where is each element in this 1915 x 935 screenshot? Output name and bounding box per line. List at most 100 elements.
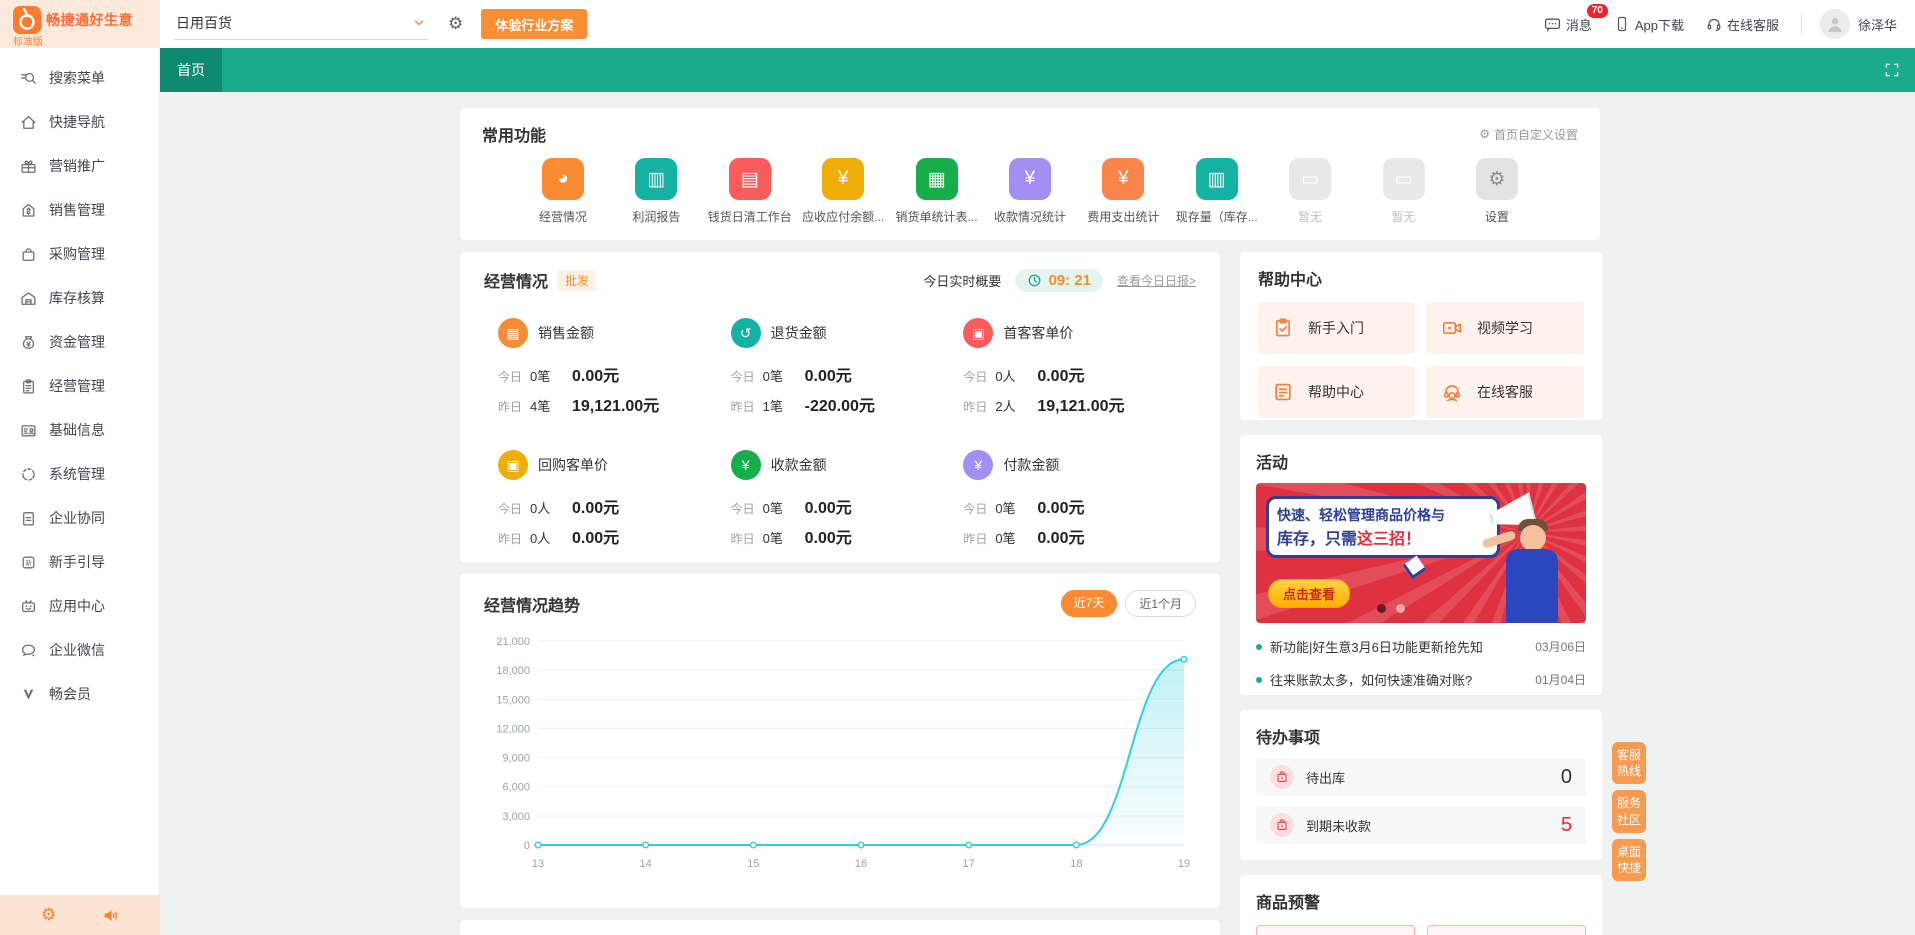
quick-item-label: 收款情况统计 [993, 210, 1066, 224]
sidebar-item-label: 企业微信 [49, 642, 105, 658]
stat-period: 今日 [963, 370, 988, 384]
float-button[interactable]: 服务 社区 [1612, 790, 1646, 833]
quick-item-daily-clear[interactable]: ▤ 钱货日清工作台 [707, 158, 793, 225]
sidebar-item-quick-nav[interactable]: 快捷导航 [0, 100, 159, 144]
float-button[interactable]: 桌面 快捷 [1612, 838, 1646, 882]
sidebar-item-label: 资金管理 [49, 334, 105, 350]
stat-row: 今日 0笔 0.00元 [498, 362, 731, 386]
payment-amount-icon: ¥ [963, 450, 994, 480]
message-bubble-icon [1544, 16, 1561, 33]
news-item[interactable]: 新功能|好生意3月6日功能更新抢先知 03月06日 [1256, 637, 1586, 656]
sidebar-item-newbie-guide[interactable]: 新 新手引导 [0, 540, 159, 584]
news-item[interactable]: 往来账款太多，如何快速准确对账? 01月04日 [1256, 670, 1586, 689]
stat-first-order-price: ▣ 首客客单价 今日 0人 0.00元 昨日 2人 19,121.00元 [963, 318, 1196, 416]
product-alert-title: 商品预警 [1256, 895, 1321, 912]
quick-item-receipt-stat[interactable]: ¥ 收款情况统计 [987, 158, 1073, 225]
sidebar-item-label: 搜索菜单 [49, 70, 105, 86]
brand-name: 畅捷通好生意 [46, 12, 133, 28]
news-text: 新功能|好生意3月6日功能更新抢先知 [1270, 640, 1483, 655]
help-tile-service-headset[interactable]: 在线客服 [1427, 366, 1584, 418]
product-alert-box[interactable] [1427, 925, 1586, 935]
sidebar-item-marketing[interactable]: 营销推广 [0, 144, 159, 188]
online-service-button[interactable]: 在线客服 [1706, 15, 1779, 34]
receipt-amount-icon: ¥ [730, 450, 761, 480]
activity-banner[interactable]: 快速、轻松管理商品价格与 库存，只需这三招！ 点击查看 [1256, 483, 1586, 623]
sidebar-item-purchase-manage[interactable]: 采购管理 [0, 232, 159, 276]
help-center-card: 帮助中心 新手入门 视频学习 帮助中心 在线客服 [1240, 252, 1602, 420]
app-download-button[interactable]: App下载 [1614, 15, 1684, 34]
sidebar-item-v-member[interactable]: 畅会员 [0, 672, 159, 716]
stat-period: 今日 [730, 502, 755, 516]
announcement-speaker-icon[interactable] [102, 907, 119, 924]
business-overview-card: 经营情况 批发 今日实时概要 09: 21 查看今日日报> ▦ 销售金额 今日 0笔 0… [460, 252, 1220, 562]
quick-item-empty[interactable]: ▭ 暂无 [1267, 158, 1353, 225]
stat-label: 收款金额 [770, 457, 827, 473]
sidebar-item-basic-info[interactable]: 基础信息 [0, 408, 159, 452]
carousel-dot-active[interactable] [1377, 604, 1386, 613]
stat-count: 0人 [530, 531, 551, 546]
quick-item-stock-qty[interactable]: ▥ 现存量（库存... [1174, 158, 1260, 225]
float-button-line: 客服 [1617, 748, 1642, 762]
range-7days-button[interactable]: 近7天 [1060, 590, 1118, 617]
float-button[interactable]: 客服 热线 [1612, 742, 1646, 785]
news-list: 新功能|好生意3月6日功能更新抢先知 03月06日 往来账款太多，如何快速准确对账?… [1256, 637, 1586, 689]
svg-text:16: 16 [855, 858, 867, 870]
clock-icon [1027, 273, 1042, 288]
fullscreen-icon[interactable] [1885, 48, 1915, 92]
topbar-gear-icon[interactable]: ⚙ [448, 14, 463, 34]
stat-count: 0笔 [995, 501, 1016, 516]
product-alert-box[interactable] [1256, 925, 1415, 935]
stat-label: 付款金额 [1003, 457, 1060, 473]
user-menu[interactable]: 徐泽华 [1819, 9, 1897, 39]
messages-button[interactable]: 消息 70 [1544, 3, 1608, 34]
help-tile-starter-guide[interactable]: 新手入门 [1258, 302, 1415, 354]
help-tile-help-doc[interactable]: 帮助中心 [1258, 366, 1415, 418]
banner-line2: 库存，只需 [1277, 531, 1358, 548]
stat-row: 今日 0笔 0.00元 [731, 494, 964, 518]
todo-row-pending[interactable]: 待出库 0 [1256, 758, 1586, 796]
sidebar-item-sales-manage[interactable]: 销售管理 [0, 188, 159, 232]
quick-item-pie-chart[interactable]: ◕ 经营情况 [520, 158, 606, 225]
quick-item-gear[interactable]: ⚙ 设置 [1454, 158, 1540, 225]
sidebar-item-collaboration[interactable]: 企业协同 [0, 496, 159, 540]
trial-plan-button[interactable]: 体验行业方案 [481, 9, 588, 39]
stat-amount: 0.00元 [1037, 368, 1085, 385]
stat-label: 退货金额 [770, 325, 827, 341]
quick-item-expense-stat[interactable]: ¥ 费用支出统计 [1080, 158, 1166, 225]
daily-report-link[interactable]: 查看今日日报> [1117, 272, 1196, 289]
help-tile-label: 在线客服 [1477, 384, 1533, 400]
refund-amount-icon: ↺ [730, 318, 761, 348]
carousel-dot[interactable] [1396, 604, 1405, 613]
sidebar-item-wechat-work[interactable]: 企业微信 [0, 628, 159, 672]
stat-count: 1笔 [762, 399, 783, 414]
avatar [1819, 9, 1850, 39]
range-1month-button[interactable]: 近1个月 [1125, 590, 1196, 617]
stat-amount: 19,121.00元 [1037, 398, 1125, 415]
stat-row: 昨日 2人 19,121.00元 [963, 392, 1196, 416]
sidebar-item-search-menu[interactable]: 搜索菜单 [0, 56, 159, 100]
starter-guide-icon [1272, 317, 1294, 339]
operation-icon [20, 378, 37, 395]
stat-count: 4笔 [530, 399, 551, 414]
store-selector-dropdown[interactable]: 日用百货 [174, 9, 428, 40]
svg-text:9,000: 9,000 [502, 753, 530, 765]
quick-item-empty[interactable]: ▭ 暂无 [1361, 158, 1447, 225]
quick-item-balance-search[interactable]: ¥ 应收应付余额... [800, 158, 886, 225]
stat-header: ▦ 销售金额 [498, 318, 731, 348]
brand-logo[interactable]: 畅捷通好生意 标准版 [0, 0, 159, 48]
quick-item-sales-stat[interactable]: ▦ 销货单统计表... [894, 158, 980, 225]
sidebar-item-system[interactable]: 系统管理 [0, 452, 159, 496]
todo-row-overdue[interactable]: 到期未收款 5 [1256, 806, 1586, 844]
sidebar-settings-gear-icon[interactable]: ⚙ [41, 905, 56, 925]
stat-amount: 0.00元 [572, 530, 620, 547]
realtime-clock: 09: 21 [1015, 268, 1103, 292]
help-doc-icon [1272, 381, 1294, 403]
tab-home[interactable]: 首页 [160, 48, 222, 92]
quick-item-profit-report[interactable]: ▥ 利润报告 [613, 158, 699, 225]
help-tile-video-learn[interactable]: 视频学习 [1427, 302, 1584, 354]
sidebar-item-funds[interactable]: 资金管理 [0, 320, 159, 364]
sidebar-item-inventory[interactable]: 库存核算 [0, 276, 159, 320]
sidebar-item-app-center[interactable]: 应用中心 [0, 584, 159, 628]
homepage-customize-button[interactable]: ⚙ 首页自定义设置 [1479, 126, 1578, 143]
sidebar-item-operation[interactable]: 经营管理 [0, 364, 159, 408]
